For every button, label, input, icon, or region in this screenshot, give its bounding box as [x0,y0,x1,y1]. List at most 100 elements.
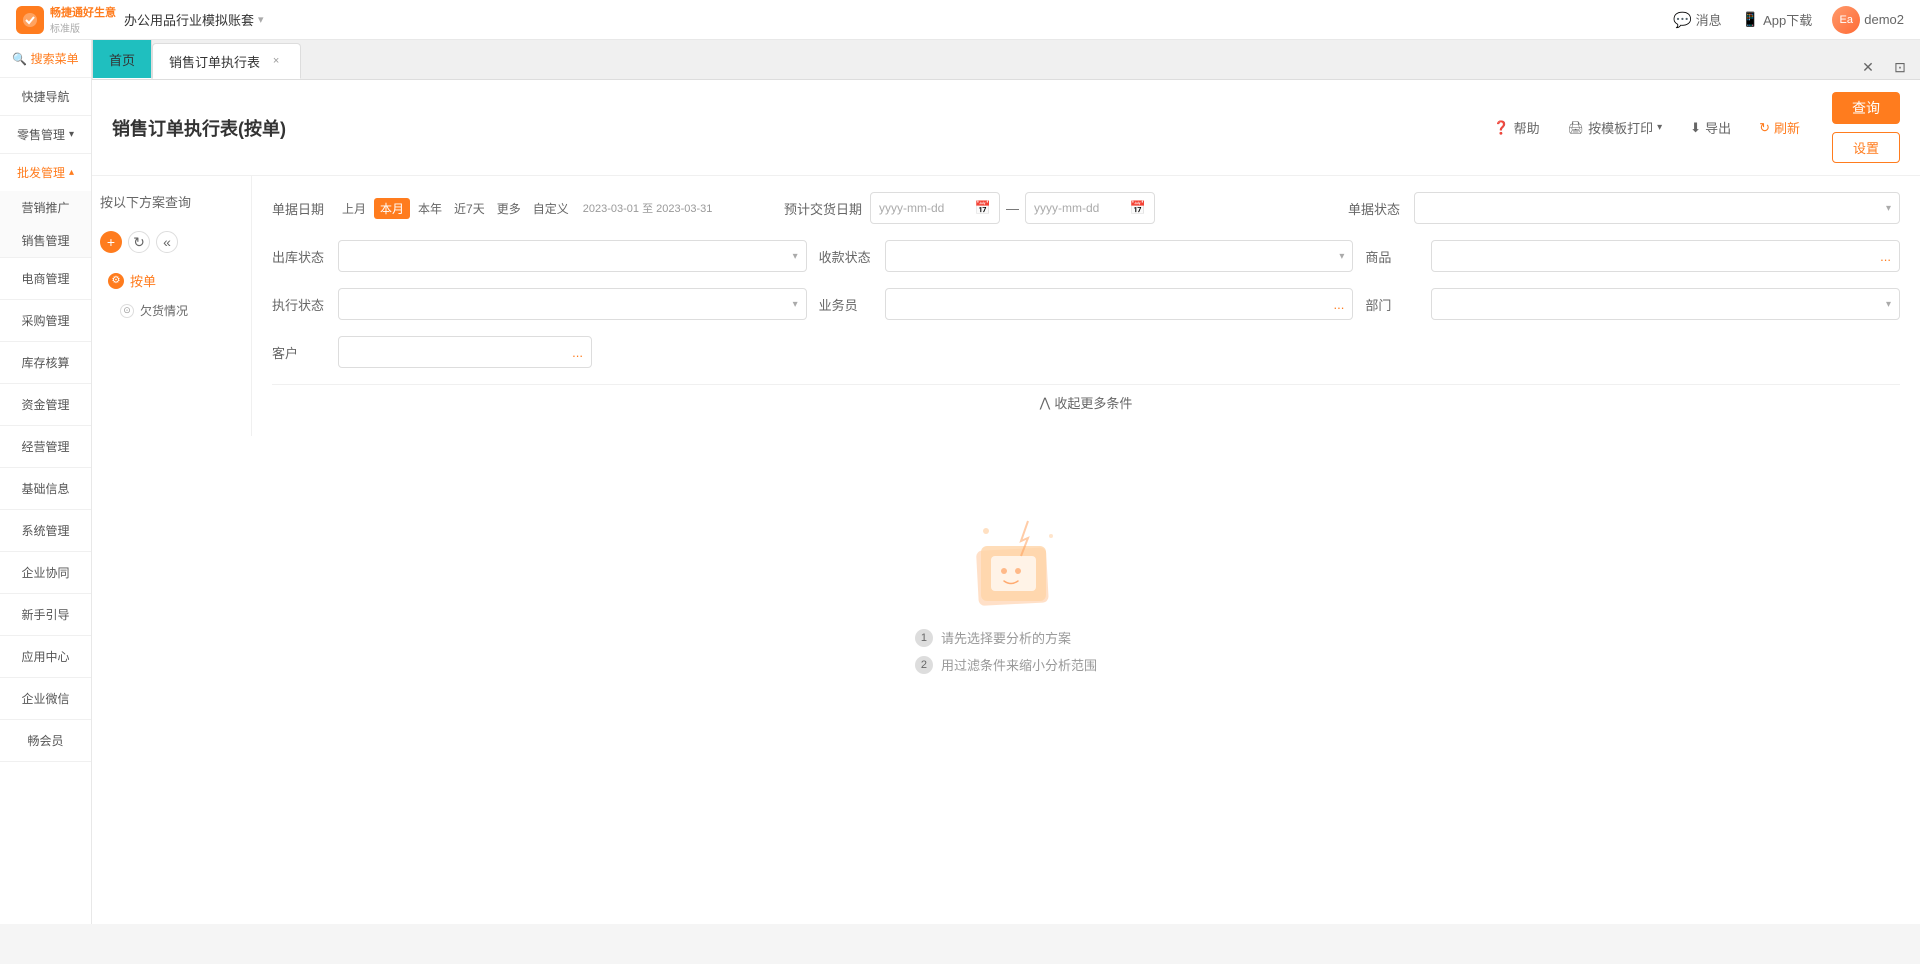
tab-maximize-btn[interactable]: ⊡ [1888,55,1912,79]
filter-section: 按以下方案查询 + ↻ « ⚙ [92,176,1920,436]
sidebar-item-enterprise[interactable]: 企业协同 [0,552,91,594]
sidebar-item-marketing[interactable]: 营销推广 [0,191,91,224]
filter-row-4: 客户 ... [272,336,1900,368]
sidebar-item-purchase[interactable]: 采购管理 [0,300,91,342]
sidebar-item-system[interactable]: 系统管理 [0,510,91,552]
search-icon: 🔍 [12,52,27,66]
payment-dropdown-icon: ▾ [1339,251,1344,262]
collapse-conditions-btn[interactable]: ⋀ 收起更多条件 [1040,393,1133,412]
status-label: 单据状态 [1348,199,1408,218]
phone-icon: 📱 [1742,11,1759,28]
filter-actions-row: ⋀ 收起更多条件 [272,384,1900,420]
sidebar-item-inventory[interactable]: 库存核算 [0,342,91,384]
company-selector[interactable]: 办公用品行业模拟账套 ▾ [124,10,264,29]
exec-status-select[interactable]: ▾ [338,288,807,320]
print-icon: 🖨 [1568,120,1585,136]
date-custom[interactable]: 自定义 [529,198,573,219]
help-btn[interactable]: ❓ 帮助 [1485,114,1547,141]
expected-date-to[interactable]: yyyy-mm-dd 📅 [1025,192,1155,224]
date-label: 单据日期 [272,199,332,218]
sidebar-search[interactable]: 🔍 搜索菜单 [0,40,91,78]
app-layout: 🔍 搜索菜单 快捷导航 零售管理 ▾ 批发管理 ▴ 营销推广 销售管理 电 [0,40,1920,924]
add-plan-btn[interactable]: + [100,231,122,253]
date-7days[interactable]: 近7天 [450,198,489,219]
sidebar-item-basic[interactable]: 基础信息 [0,468,91,510]
tab-bar-actions: ✕ ⊡ [1856,55,1920,79]
chevron-icon: ▾ [69,129,74,140]
salesperson-select[interactable]: ... [885,288,1354,320]
refresh-btn[interactable]: ↻ 刷新 [1751,114,1808,141]
app-download-btn[interactable]: 📱 App下载 [1742,10,1813,29]
salesperson-more-btn[interactable]: ... [1334,297,1345,312]
status-dropdown-icon: ▾ [1886,203,1891,214]
tab-sales-exec[interactable]: 销售订单执行表 × [152,43,301,79]
calendar-icon-2: 📅 [1130,200,1146,216]
delivery-status-select[interactable]: ▾ [338,240,807,272]
query-button[interactable]: 查询 [1832,92,1900,124]
logo-text: 畅捷通好生意 标准版 [50,4,116,35]
sidebar-item-operations[interactable]: 经营管理 [0,426,91,468]
tab-bar: 首页 销售订单执行表 × ✕ ⊡ [92,40,1920,80]
exec-dropdown-icon: ▾ [793,299,798,310]
date-this-month[interactable]: 本月 [374,198,410,219]
plan-order-icon: ⚙ [108,273,124,289]
filter-right: 单据日期 上月 本月 本年 近7天 更多 自定义 2023-03-01 至 20… [252,176,1920,436]
page-actions: ❓ 帮助 🖨 按模板打印 ▾ ⬇ 导出 ↻ 刷新 [1485,92,1900,163]
maximize-icon: ⊡ [1894,59,1906,76]
empty-hint-1: 1 请先选择要分析的方案 [915,628,1097,647]
message-btn[interactable]: 💬 消息 [1673,10,1722,29]
product-more-btn[interactable]: ... [1880,249,1891,264]
header-right: 💬 消息 📱 App下载 Ea demo2 [1673,6,1904,34]
sidebar-item-sales[interactable]: 销售管理 [0,224,91,257]
tab-close-btn[interactable]: × [268,53,284,69]
date-separator: — [1006,201,1019,216]
sidebar-group-retail: 零售管理 ▾ [0,116,91,154]
sidebar-item-finance[interactable]: 资金管理 [0,384,91,426]
date-more[interactable]: 更多 [493,198,525,219]
filter-row-3: 执行状态 ▾ 业务员 ... [272,288,1900,320]
export-icon: ⬇ [1690,120,1701,136]
help-icon: ❓ [1493,120,1509,136]
sidebar-item-wholesale[interactable]: 批发管理 ▴ [0,154,91,191]
empty-illustration [956,516,1056,616]
sidebar-item-apps[interactable]: 应用中心 [0,636,91,678]
refresh-icon: ↻ [1759,120,1770,136]
date-prev-month[interactable]: 上月 [338,198,370,219]
status-select[interactable]: ▾ [1414,192,1900,224]
refresh-plan-btn[interactable]: ↻ [128,231,150,253]
plan-sub-item-stock[interactable]: ⊙ 欠货情况 [100,296,243,325]
exec-status-label: 执行状态 [272,295,332,314]
collapse-icon: ⋀ [1040,395,1051,411]
export-btn[interactable]: ⬇ 导出 [1682,114,1739,141]
filter-row-2: 出库状态 ▾ 收款状态 ▾ [272,240,1900,272]
page-title-bar: 销售订单执行表(按单) ❓ 帮助 🖨 按模板打印 ▾ ⬇ 导出 [92,80,1920,176]
sidebar-item-guide[interactable]: 新手引导 [0,594,91,636]
user-menu[interactable]: Ea demo2 [1832,6,1904,34]
department-select[interactable]: ▾ [1431,288,1900,320]
date-group: 上月 本月 本年 近7天 更多 自定义 [338,198,573,219]
sidebar-item-member[interactable]: 畅会员 [0,720,91,762]
tab-home[interactable]: 首页 [92,40,152,79]
empty-hint-2: 2 用过滤条件来缩小分析范围 [915,655,1097,674]
print-btn[interactable]: 🖨 按模板打印 ▾ [1560,114,1671,141]
sidebar-quick-nav[interactable]: 快捷导航 [0,78,91,116]
sidebar-item-ecommerce[interactable]: 电商管理 [0,258,91,300]
sidebar-item-retail[interactable]: 零售管理 ▾ [0,116,91,153]
settings-button[interactable]: 设置 [1832,132,1900,163]
department-label: 部门 [1365,295,1425,314]
product-label: 商品 [1365,247,1425,266]
collapse-plan-btn[interactable]: « [156,231,178,253]
date-this-year[interactable]: 本年 [414,198,446,219]
sidebar-item-wechat[interactable]: 企业微信 [0,678,91,720]
tab-restore-btn[interactable]: ✕ [1856,55,1880,79]
delivery-dropdown-icon: ▾ [793,251,798,262]
customer-more-btn[interactable]: ... [572,345,583,360]
sidebar-group-wholesale: 批发管理 ▴ 营销推广 销售管理 [0,154,91,258]
customer-select[interactable]: ... [338,336,592,368]
payment-status-select[interactable]: ▾ [885,240,1354,272]
top-header: 畅捷通好生意 标准版 办公用品行业模拟账套 ▾ 💬 消息 📱 App下载 Ea … [0,0,1920,40]
expected-date-from[interactable]: yyyy-mm-dd 📅 [870,192,1000,224]
plan-item-order[interactable]: ⚙ 按单 [100,265,243,296]
product-select[interactable]: ... [1431,240,1900,272]
plan-title: 按以下方案查询 [100,192,191,211]
